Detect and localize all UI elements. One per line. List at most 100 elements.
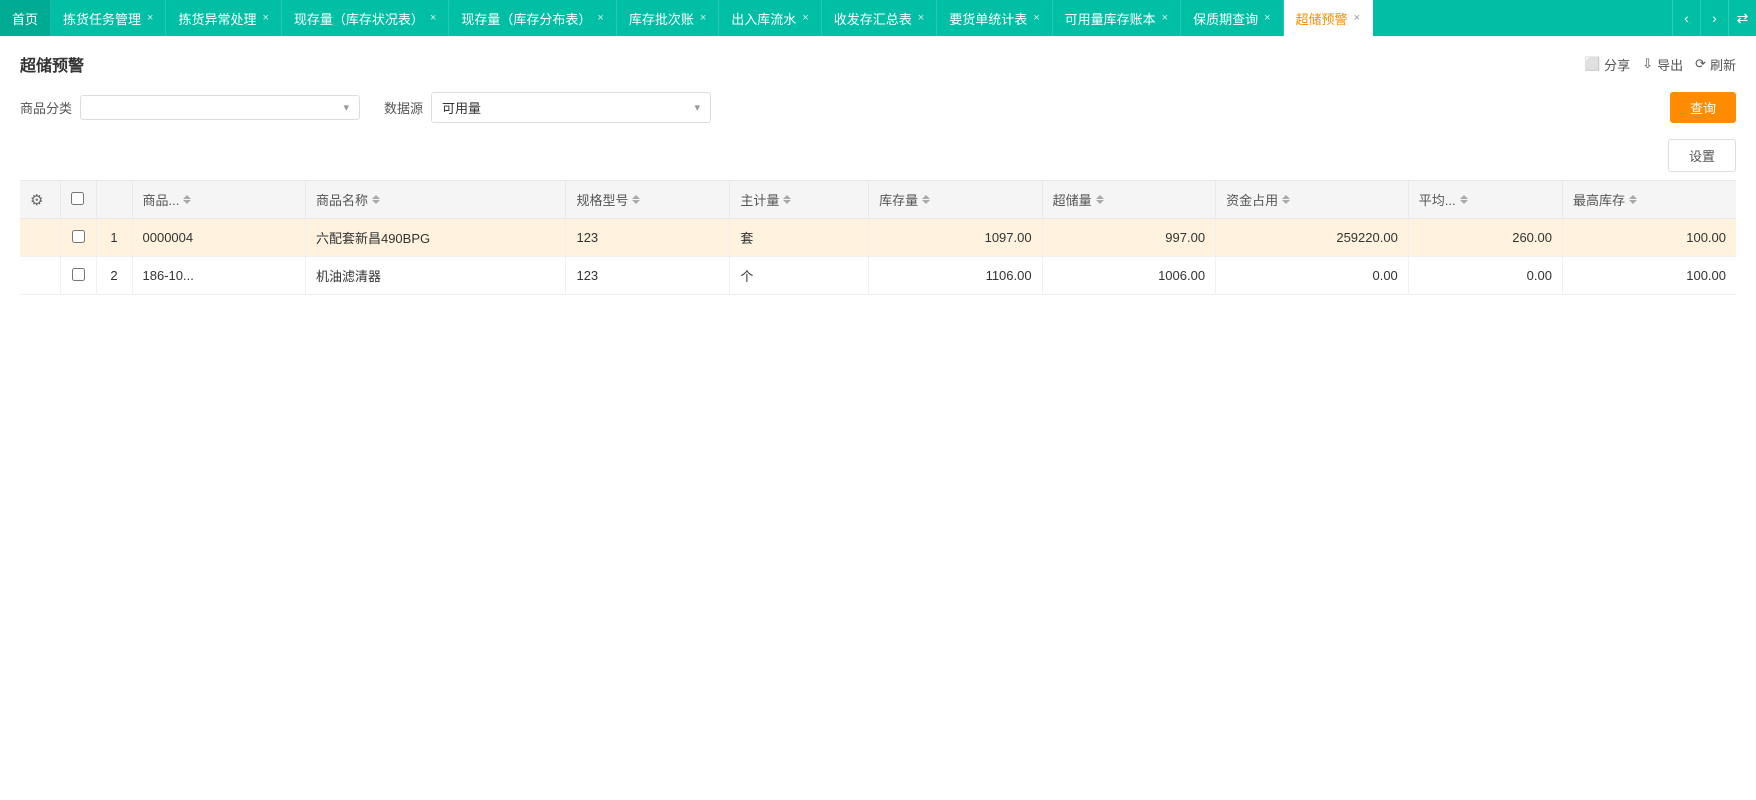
header-actions: ⬜ 分享 ⇩ 导出 ⟳ 刷新	[1584, 55, 1736, 74]
nav-close-stock-dist[interactable]: ×	[597, 12, 603, 24]
col-header-rownum	[96, 181, 132, 219]
row-maxstock-cell: 100.00	[1562, 257, 1736, 295]
nav-home[interactable]: 首页	[0, 0, 51, 36]
settings-gear-icon[interactable]: ⚙	[30, 192, 43, 209]
row-stock-cell: 1097.00	[869, 219, 1042, 257]
nav-stock-status[interactable]: 现存量（库存状况表） ×	[282, 0, 449, 36]
sort-icon-code	[183, 195, 191, 204]
category-label: 商品分类	[20, 98, 72, 117]
nav-close-inout-flow[interactable]: ×	[802, 12, 808, 24]
share-link[interactable]: ⬜ 分享	[1584, 55, 1630, 74]
sort-icon-unit	[783, 195, 791, 204]
datasource-select[interactable]: 可用量 ▾	[431, 92, 711, 123]
row-checkbox[interactable]	[72, 268, 85, 281]
row-checkbox-cell[interactable]	[60, 257, 96, 295]
nav-close-expiry-query[interactable]: ×	[1264, 12, 1270, 24]
refresh-icon: ⟳	[1695, 56, 1706, 72]
nav-close-batch-account[interactable]: ×	[700, 12, 706, 24]
nav-close-pick-task[interactable]: ×	[147, 12, 153, 24]
row-num-cell: 1	[96, 219, 132, 257]
table-row: 1 0000004 六配套新昌490BPG 123 套 1097.00 997.…	[20, 219, 1736, 257]
nav-overstock-warning[interactable]: 超储预警 ×	[1284, 0, 1373, 36]
row-spec-cell: 123	[566, 219, 730, 257]
nav-available-ledger[interactable]: 可用量库存账本 ×	[1053, 0, 1181, 36]
nav-pick-task[interactable]: 拣货任务管理 ×	[51, 0, 166, 36]
row-name-cell: 机油滤清器	[305, 257, 566, 295]
nav-stock-dist[interactable]: 现存量（库存分布表） ×	[449, 0, 616, 36]
col-header-name[interactable]: 商品名称	[305, 181, 566, 219]
category-filter: 商品分类 ▾	[20, 95, 360, 120]
nav-req-stats[interactable]: 要货单统计表 ×	[937, 0, 1052, 36]
col-header-capital[interactable]: 资金占用	[1216, 181, 1409, 219]
row-avg-cell: 0.00	[1408, 257, 1562, 295]
table-row: 2 186-10... 机油滤清器 123 个 1106.00 1006.00 …	[20, 257, 1736, 295]
nav-arrows: ‹ › ⇄	[1672, 0, 1756, 36]
nav-close-pick-exception[interactable]: ×	[262, 12, 268, 24]
col-header-unit[interactable]: 主计量	[730, 181, 869, 219]
row-stock-cell: 1106.00	[869, 257, 1042, 295]
table-body: 1 0000004 六配套新昌490BPG 123 套 1097.00 997.…	[20, 219, 1736, 295]
row-checkbox-cell[interactable]	[60, 219, 96, 257]
row-avg-cell: 260.00	[1408, 219, 1562, 257]
table-header: ⚙ 商品... 商品名称	[20, 181, 1736, 219]
datasource-label: 数据源	[384, 98, 423, 117]
nav-next-arrow[interactable]: ›	[1700, 0, 1728, 36]
nav-inout-flow[interactable]: 出入库流水 ×	[719, 0, 821, 36]
nav-close-overstock-warning[interactable]: ×	[1354, 12, 1360, 24]
chevron-down-icon2: ▾	[695, 101, 701, 114]
row-capital-cell: 0.00	[1216, 257, 1409, 295]
row-over-cell: 1006.00	[1042, 257, 1215, 295]
refresh-link[interactable]: ⟳ 刷新	[1695, 55, 1736, 74]
sort-icon-over	[1096, 195, 1104, 204]
row-checkbox[interactable]	[72, 230, 85, 243]
nav-recv-send[interactable]: 收发存汇总表 ×	[822, 0, 937, 36]
sort-icon-maxstock	[1629, 195, 1637, 204]
export-icon: ⇩	[1642, 56, 1653, 72]
nav-close-available-ledger[interactable]: ×	[1162, 12, 1168, 24]
row-unit-cell: 套	[730, 219, 869, 257]
category-select[interactable]: ▾	[80, 95, 360, 120]
row-settings-cell	[20, 257, 60, 295]
row-code-cell: 186-10...	[132, 257, 305, 295]
datasource-select-value: 可用量	[442, 98, 481, 117]
data-table: ⚙ 商品... 商品名称	[20, 180, 1736, 295]
share-icon: ⬜	[1584, 56, 1600, 72]
nav-expand-arrow[interactable]: ⇄	[1728, 0, 1756, 36]
nav-close-recv-send[interactable]: ×	[918, 12, 924, 24]
nav-close-req-stats[interactable]: ×	[1033, 12, 1039, 24]
chevron-down-icon: ▾	[343, 101, 349, 114]
nav-expiry-query[interactable]: 保质期查询 ×	[1181, 0, 1283, 36]
sort-icon-avg	[1460, 195, 1468, 204]
filter-row: 商品分类 ▾ 数据源 可用量 ▾ 查询	[20, 92, 1736, 123]
sort-icon-spec	[632, 195, 640, 204]
row-code-cell: 0000004	[132, 219, 305, 257]
top-navigation: 首页 拣货任务管理 × 拣货异常处理 × 现存量（库存状况表） × 现存量（库存…	[0, 0, 1756, 36]
col-header-stock[interactable]: 库存量	[869, 181, 1042, 219]
sort-icon-capital	[1282, 195, 1290, 204]
nav-batch-account[interactable]: 库存批次账 ×	[617, 0, 719, 36]
col-header-maxstock[interactable]: 最高库存	[1562, 181, 1736, 219]
nav-prev-arrow[interactable]: ‹	[1672, 0, 1700, 36]
row-maxstock-cell: 100.00	[1562, 219, 1736, 257]
row-capital-cell: 259220.00	[1216, 219, 1409, 257]
col-header-over[interactable]: 超储量	[1042, 181, 1215, 219]
nav-close-stock-status[interactable]: ×	[430, 12, 436, 24]
row-spec-cell: 123	[566, 257, 730, 295]
sort-icon-stock	[922, 195, 930, 204]
select-all-checkbox[interactable]	[71, 192, 84, 205]
col-header-code[interactable]: 商品...	[132, 181, 305, 219]
row-settings-cell	[20, 219, 60, 257]
col-header-avg[interactable]: 平均...	[1408, 181, 1562, 219]
query-button[interactable]: 查询	[1670, 92, 1736, 123]
export-link[interactable]: ⇩ 导出	[1642, 55, 1683, 74]
row-over-cell: 997.00	[1042, 219, 1215, 257]
col-header-spec[interactable]: 规格型号	[566, 181, 730, 219]
col-header-checkbox[interactable]	[60, 181, 96, 219]
page-content: 超储预警 ⬜ 分享 ⇩ 导出 ⟳ 刷新 商品分类 ▾ 数据源	[0, 36, 1756, 800]
datasource-filter: 数据源 可用量 ▾	[384, 92, 711, 123]
filter-actions: 查询	[1670, 92, 1736, 123]
col-header-settings[interactable]: ⚙	[20, 181, 60, 219]
nav-pick-exception[interactable]: 拣货异常处理 ×	[166, 0, 281, 36]
settings-button[interactable]: 设置	[1668, 139, 1736, 172]
row-name-cell: 六配套新昌490BPG	[305, 219, 566, 257]
